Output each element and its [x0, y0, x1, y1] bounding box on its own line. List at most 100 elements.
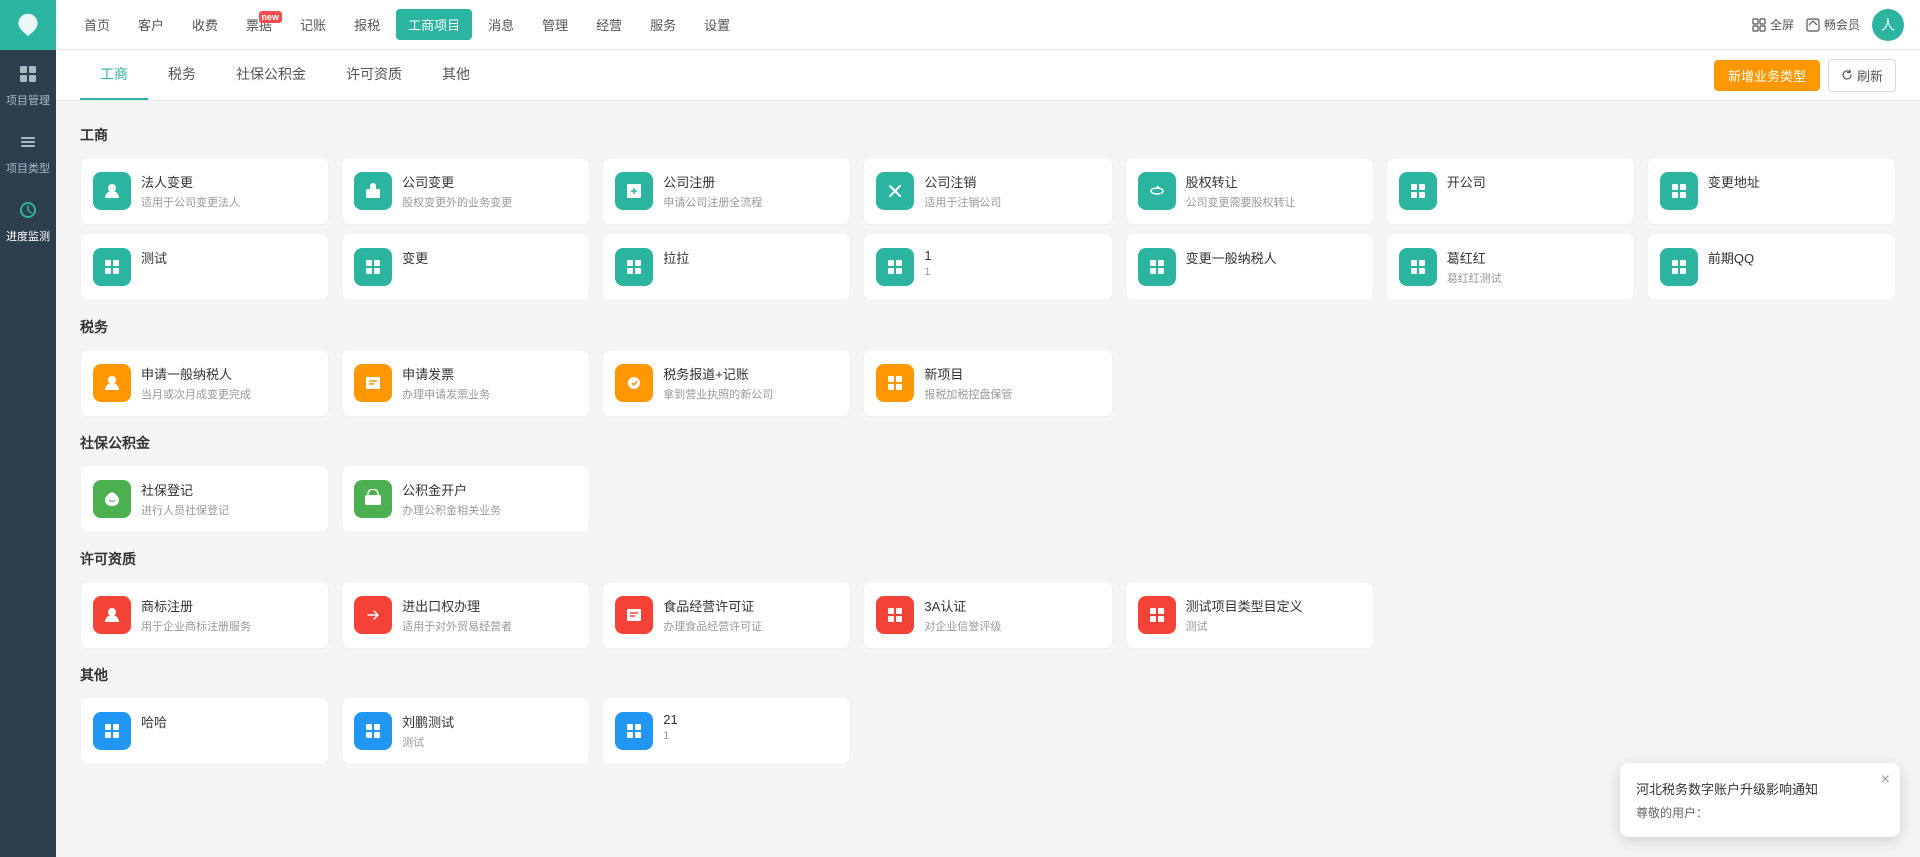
card-test-project-type[interactable]: 测试项目类型目定义 测试	[1125, 581, 1374, 649]
card-tax-report[interactable]: 税务报道+记账 拿到营业执照的新公司	[602, 349, 851, 417]
card-desc-company-cancel: 适用于注销公司	[924, 194, 1001, 210]
project-type-icon	[14, 128, 42, 156]
tab-gongshang[interactable]: 工商	[80, 50, 148, 100]
card-icon-gjj-open	[354, 480, 392, 518]
card-title-change-tax: 变更一般纳税人	[1186, 248, 1277, 267]
card-change[interactable]: 变更	[341, 233, 590, 301]
notification-content: 尊敬的用户：	[1636, 804, 1884, 821]
card-desc-liupeng-test: 测试	[402, 734, 454, 750]
card-icon-new-project	[876, 364, 914, 402]
card-shebao-register[interactable]: 社保登记 进行人员社保登记	[80, 465, 329, 533]
card-change-tax[interactable]: 变更一般纳税人	[1125, 233, 1374, 301]
card-qianqi-qq[interactable]: 前期QQ	[1647, 233, 1896, 301]
card-icon-apply-tax	[93, 364, 131, 402]
content-area: 工商 税务 社保公积金 许可资质 其他 新增业务类型 刷新	[56, 50, 1920, 857]
card-title-change: 变更	[402, 248, 428, 267]
card-icon-food-license	[615, 596, 653, 634]
nav-tax[interactable]: 报税	[342, 9, 392, 40]
card-apply-invoice[interactable]: 申请发票 办理申请发票业务	[341, 349, 590, 417]
new-type-button[interactable]: 新增业务类型	[1714, 60, 1820, 91]
section-title-shuiwu: 税务	[80, 317, 1896, 337]
nav-manage[interactable]: 管理	[530, 9, 580, 40]
ticket-badge: new	[259, 11, 283, 23]
sidebar-logo[interactable]	[0, 0, 56, 50]
card-title-apply-invoice: 申请发票	[402, 364, 490, 383]
card-icon-apply-invoice	[354, 364, 392, 402]
card-new-project[interactable]: 新项目 报税加税控盘保管	[863, 349, 1112, 417]
card-title-qianqi-qq: 前期QQ	[1708, 248, 1754, 267]
card-gjj-open[interactable]: 公积金开户 办理公积金相关业务	[341, 465, 590, 533]
card-icon-test	[93, 248, 131, 286]
nav-customer[interactable]: 客户	[126, 9, 176, 40]
card-icon-legal-change	[93, 172, 131, 210]
nav-ticket[interactable]: 票据 new	[234, 9, 284, 40]
card-lala[interactable]: 拉拉	[602, 233, 851, 301]
card-icon-one	[876, 248, 914, 286]
card-food-license[interactable]: 食品经营许可证 办理食品经营许可证	[602, 581, 851, 649]
nav-billing[interactable]: 收费	[180, 9, 230, 40]
card-3a-cert[interactable]: 3A认证 对企业信誉评级	[863, 581, 1112, 649]
card-twentyone[interactable]: 21 1	[602, 697, 851, 765]
nav-service[interactable]: 服务	[638, 9, 688, 40]
card-company-cancel[interactable]: 公司注销 适用于注销公司	[863, 157, 1112, 225]
card-test[interactable]: 测试	[80, 233, 329, 301]
notification-title: 河北税务数字账户升级影响通知	[1636, 779, 1884, 798]
refresh-button[interactable]: 刷新	[1828, 59, 1896, 92]
tab-shebao[interactable]: 社保公积金	[216, 50, 326, 100]
sidebar-label-project-type: 项目类型	[6, 160, 50, 176]
card-title-company-register: 公司注册	[663, 172, 762, 191]
card-desc-mo-hong-hong: 葛红红测试	[1447, 270, 1502, 286]
card-legal-change[interactable]: 法人变更 适用于公司变更法人	[80, 157, 329, 225]
card-title-lala: 拉拉	[663, 248, 689, 267]
card-icon-change-address	[1660, 172, 1698, 210]
card-desc-company-change: 股权变更外的业务变更	[402, 194, 512, 210]
card-info-company-change: 公司变更 股权变更外的业务变更	[402, 172, 512, 210]
card-desc-legal-change: 适用于公司变更法人	[141, 194, 240, 210]
tab-xuke[interactable]: 许可资质	[326, 50, 422, 100]
card-liupeng-test[interactable]: 刘鹏测试 测试	[341, 697, 590, 765]
nav-settings[interactable]: 设置	[692, 9, 742, 40]
notification-close-button[interactable]: ×	[1881, 771, 1890, 789]
fullscreen-icon	[1752, 18, 1766, 32]
tab-shuiwu[interactable]: 税务	[148, 50, 216, 100]
card-haha[interactable]: 哈哈	[80, 697, 329, 765]
card-title-legal-change: 法人变更	[141, 172, 240, 191]
card-import-export[interactable]: 进出口权办理 适用于对外贸易经营者	[341, 581, 590, 649]
nav-operation[interactable]: 经营	[584, 9, 634, 40]
sidebar-item-progress-monitor[interactable]: 进度监测	[0, 186, 56, 254]
nav-accounting[interactable]: 记账	[288, 9, 338, 40]
card-title-open-company: 开公司	[1447, 172, 1486, 191]
card-one[interactable]: 1 1	[863, 233, 1112, 301]
card-company-register[interactable]: 公司注册 申请公司注册全流程	[602, 157, 851, 225]
section-title-shebao: 社保公积金	[80, 433, 1896, 453]
refresh-icon	[1841, 69, 1853, 81]
tab-qita[interactable]: 其他	[422, 50, 490, 100]
card-icon-change-tax	[1138, 248, 1176, 286]
card-desc-equity-transfer: 公司变更需要股权转让	[1186, 194, 1296, 210]
section-title-xuke: 许可资质	[80, 549, 1896, 569]
card-icon-open-company	[1399, 172, 1437, 210]
sidebar-item-project-type[interactable]: 项目类型	[0, 118, 56, 186]
topnav-right: 全屏 畅会员 人	[1752, 9, 1904, 41]
card-change-address[interactable]: 变更地址	[1647, 157, 1896, 225]
page-container: 工商 税务 社保公积金 许可资质 其他 新增业务类型 刷新	[56, 50, 1920, 857]
notification-popup: × 河北税务数字账户升级影响通知 尊敬的用户：	[1620, 763, 1900, 837]
user-avatar[interactable]: 人	[1872, 9, 1904, 41]
nav-bizproject[interactable]: 工商项目	[396, 9, 472, 40]
card-desc-gjj-open: 办理公积金相关业务	[402, 502, 501, 518]
sidebar-item-project-manage[interactable]: 项目管理	[0, 50, 56, 118]
card-company-change[interactable]: 公司变更 股权变更外的业务变更	[341, 157, 590, 225]
card-desc-food-license: 办理食品经营许可证	[663, 618, 762, 634]
card-icon-mo-hong-hong	[1399, 248, 1437, 286]
card-mo-hong-hong[interactable]: 葛红红 葛红红测试	[1386, 233, 1635, 301]
nav-home[interactable]: 首页	[72, 9, 122, 40]
card-equity-transfer[interactable]: 股权转让 公司变更需要股权转让	[1125, 157, 1374, 225]
card-trademark[interactable]: 商标注册 用于企业商标注册服务	[80, 581, 329, 649]
vip-button[interactable]: 畅会员	[1806, 16, 1860, 33]
card-title-haha: 哈哈	[141, 712, 167, 731]
card-apply-tax[interactable]: 申请一般纳税人 当月或次月成变更完成	[80, 349, 329, 417]
fullscreen-button[interactable]: 全屏	[1752, 16, 1794, 33]
nav-message[interactable]: 消息	[476, 9, 526, 40]
card-icon-company-change	[354, 172, 392, 210]
card-open-company[interactable]: 开公司	[1386, 157, 1635, 225]
